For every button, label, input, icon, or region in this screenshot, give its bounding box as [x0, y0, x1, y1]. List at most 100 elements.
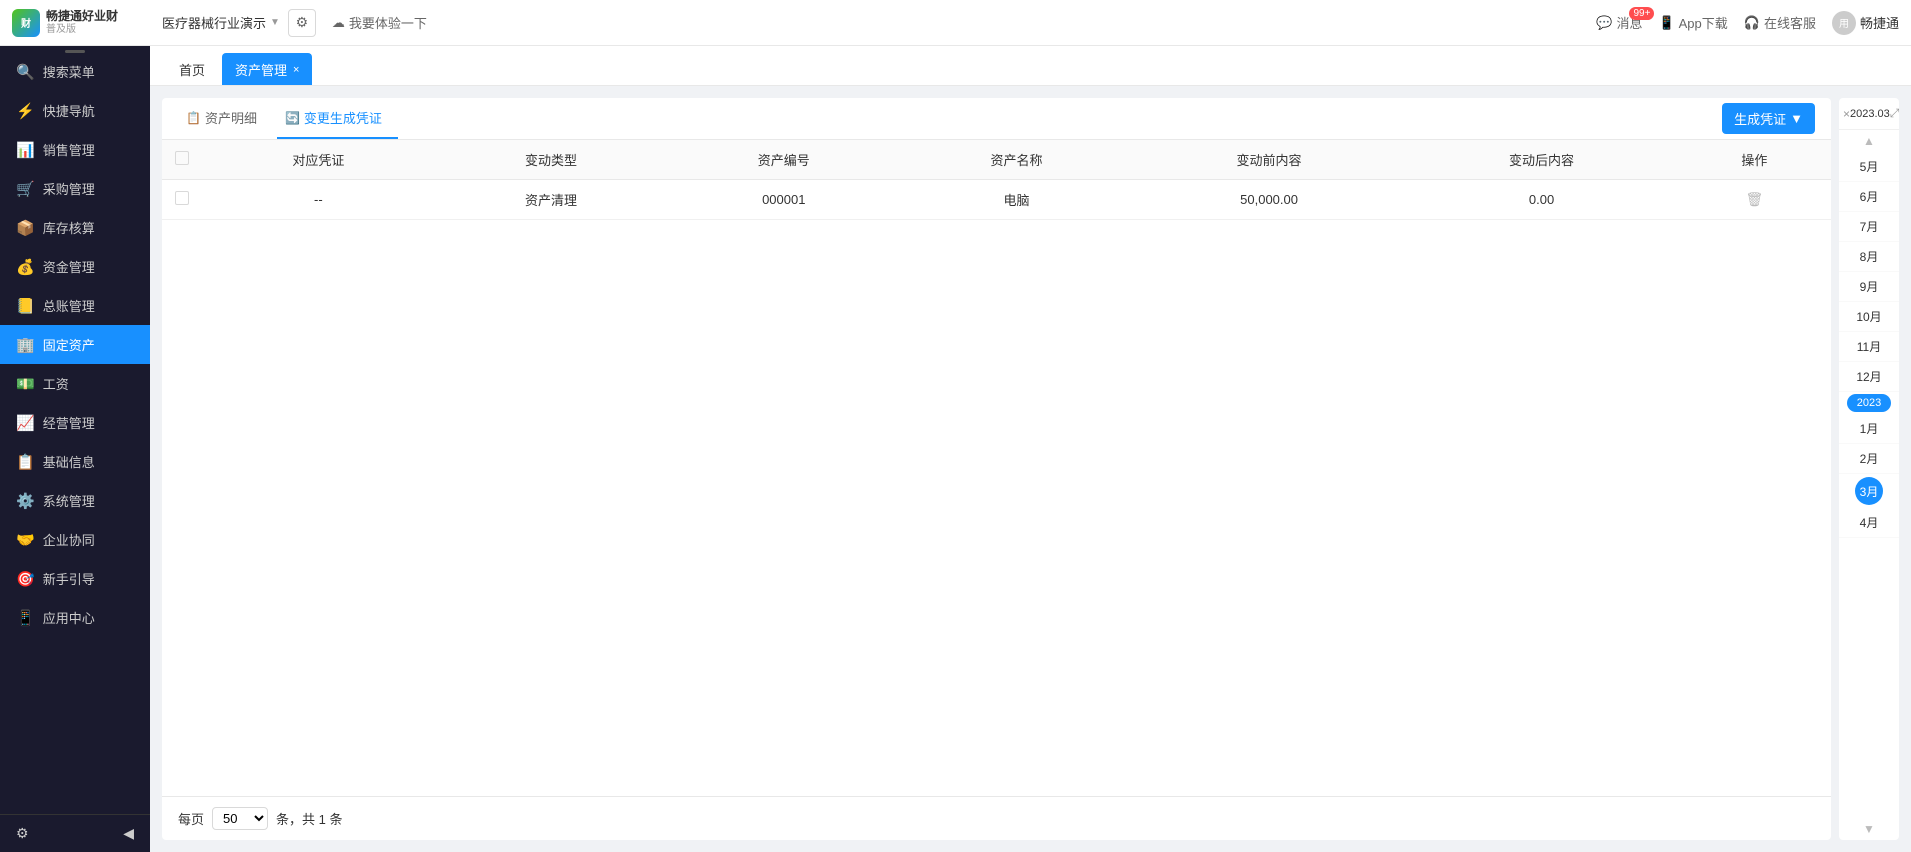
sub-tab-change-voucher[interactable]: 🔄 变更生成凭证	[277, 98, 398, 139]
calendar-scroll-up-button[interactable]: ▲	[1839, 130, 1899, 152]
month-item-8[interactable]: 8月	[1839, 242, 1899, 272]
th-asset-name: 资产名称	[900, 140, 1133, 180]
sidebar-item-system[interactable]: ⚙️ 系统管理	[0, 481, 150, 520]
td-asset-name: 电脑	[900, 180, 1133, 220]
cloud-icon: ☁	[332, 15, 345, 31]
sidebar-label-sales: 销售管理	[43, 140, 95, 159]
page-size-select[interactable]: 10 20 50 100	[212, 807, 268, 830]
sales-icon: 📊	[16, 141, 35, 159]
sidebar-label-fixed-asset: 固定资产	[43, 335, 95, 354]
td-voucher: --	[202, 180, 435, 220]
sidebar-label-corp-collab: 企业协同	[43, 530, 95, 549]
th-change-type: 变动类型	[435, 140, 668, 180]
td-asset-no: 000001	[667, 180, 900, 220]
app-download-action[interactable]: 📱 App下载	[1658, 13, 1727, 32]
sidebar-item-search[interactable]: 🔍 搜索菜单	[0, 52, 150, 91]
search-icon: 🔍	[16, 63, 35, 81]
month-item-2023-3-selected[interactable]: 3月	[1855, 477, 1883, 505]
message-badge: 99+	[1629, 7, 1654, 20]
table-row: -- 资产清理 000001 电脑 50,000.00 0.00 🗑	[162, 180, 1831, 220]
app-center-icon: 📱	[16, 609, 35, 627]
month-item-2023-2[interactable]: 2月	[1839, 444, 1899, 474]
tab-home-label: 首页	[179, 60, 205, 79]
panel-expand-button[interactable]: ⤢	[1890, 106, 1899, 121]
main-layout: 🔍 搜索菜单 ⚡ 快捷导航 📊 销售管理 🛒 采购管理 📦 库存核算 💰	[0, 46, 1911, 852]
fund-icon: 💰	[16, 258, 35, 276]
generate-voucher-button[interactable]: 生成凭证 ▼	[1722, 103, 1815, 134]
tab-close-icon[interactable]: ×	[293, 64, 299, 76]
month-item-9[interactable]: 9月	[1839, 272, 1899, 302]
month-item-5[interactable]: 5月	[1839, 152, 1899, 182]
top-header: 财 畅捷通好业财 普及版 医疗器械行业演示 ▼ ⚙ ☁ 我要体验一下 💬 消息 …	[0, 0, 1911, 46]
month-item-10[interactable]: 10月	[1839, 302, 1899, 332]
sidebar-label-quick-nav: 快捷导航	[43, 101, 95, 120]
corp-collab-icon: 🤝	[16, 531, 35, 549]
month-item-2023-4[interactable]: 4月	[1839, 508, 1899, 538]
year-2023-label[interactable]: 2023	[1847, 394, 1891, 412]
panel-close-button[interactable]: ×	[1843, 107, 1850, 121]
sidebar-item-salary[interactable]: 💵 工资	[0, 364, 150, 403]
select-all-checkbox[interactable]	[175, 151, 189, 165]
table-header-row: 对应凭证 变动类型 资产编号 资产名称 变动前内容 变动后内容 操作	[162, 140, 1831, 180]
sidebar-item-operation[interactable]: 📈 经营管理	[0, 403, 150, 442]
calendar-scroll-down-button[interactable]: ▼	[1839, 818, 1899, 840]
month-item-6[interactable]: 6月	[1839, 182, 1899, 212]
company-selector[interactable]: 医疗器械行业演示 ▼	[162, 13, 280, 32]
user-name: 畅捷通	[1860, 13, 1899, 32]
month-item-2023-1[interactable]: 1月	[1839, 414, 1899, 444]
collapse-icon[interactable]: ◀	[123, 825, 134, 842]
online-service-action[interactable]: 🎧 在线客服	[1744, 13, 1816, 32]
delete-icon[interactable]: 🗑	[1746, 191, 1764, 207]
sidebar-label-basic-info: 基础信息	[43, 452, 95, 471]
sidebar-scroll: 🔍 搜索菜单 ⚡ 快捷导航 📊 销售管理 🛒 采购管理 📦 库存核算 💰	[0, 52, 150, 814]
sidebar-item-fund[interactable]: 💰 资金管理	[0, 247, 150, 286]
calendar-list: 5月 6月 7月 8月 9月 10月 11月 12月 2023 1月 2月 3月…	[1839, 152, 1899, 818]
row-checkbox[interactable]	[175, 191, 189, 205]
message-icon: 💬	[1596, 15, 1612, 31]
th-after-content: 变动后内容	[1405, 140, 1678, 180]
td-after-content: 0.00	[1405, 180, 1678, 220]
asset-detail-icon: 📋	[186, 111, 201, 125]
settings-bottom-icon[interactable]: ⚙	[16, 825, 29, 842]
sidebar-label-salary: 工资	[43, 374, 69, 393]
sidebar-item-app-center[interactable]: 📱 应用中心	[0, 598, 150, 637]
sidebar-item-sales[interactable]: 📊 销售管理	[0, 130, 150, 169]
sidebar-label-purchase: 采购管理	[43, 179, 95, 198]
month-item-11[interactable]: 11月	[1839, 332, 1899, 362]
page-content: 📋 资产明细 🔄 变更生成凭证 生成凭证 ▼	[150, 86, 1911, 852]
month-item-7[interactable]: 7月	[1839, 212, 1899, 242]
sidebar-item-fixed-asset[interactable]: 🏢 固定资产	[0, 325, 150, 364]
td-change-type: 资产清理	[435, 180, 668, 220]
sidebar-item-guide[interactable]: 🎯 新手引导	[0, 559, 150, 598]
settings-icon[interactable]: ⚙	[288, 9, 316, 37]
tab-asset-manage[interactable]: 资产管理 ×	[222, 53, 312, 85]
td-checkbox	[162, 180, 202, 220]
sub-tabs-bar: 📋 资产明细 🔄 变更生成凭证 生成凭证 ▼	[162, 98, 1831, 140]
sidebar-item-inventory[interactable]: 📦 库存核算	[0, 208, 150, 247]
sidebar-item-quick-nav[interactable]: ⚡ 快捷导航	[0, 91, 150, 130]
user-area[interactable]: 用 畅捷通	[1832, 11, 1899, 35]
sub-tab-asset-detail[interactable]: 📋 资产明细	[178, 98, 273, 139]
sub-tab-asset-detail-label: 资产明细	[205, 108, 257, 127]
logo-icon: 财	[12, 9, 40, 37]
app-title: 畅捷通好业财	[46, 9, 118, 23]
message-action[interactable]: 💬 消息 99+	[1596, 13, 1642, 32]
td-before-content: 50,000.00	[1133, 180, 1406, 220]
experience-button[interactable]: ☁ 我要体验一下	[332, 13, 427, 32]
pagination-bar: 每页 10 20 50 100 条，共 1 条	[162, 796, 1831, 840]
page-size-label: 每页	[178, 809, 204, 828]
th-asset-no: 资产编号	[667, 140, 900, 180]
download-icon: 📱	[1658, 15, 1674, 31]
month-item-12[interactable]: 12月	[1839, 362, 1899, 392]
company-name: 医疗器械行业演示	[162, 13, 266, 32]
sidebar-item-purchase[interactable]: 🛒 采购管理	[0, 169, 150, 208]
sidebar-item-basic-info[interactable]: 📋 基础信息	[0, 442, 150, 481]
basic-info-icon: 📋	[16, 453, 35, 471]
system-icon: ⚙️	[16, 492, 35, 510]
sidebar-item-ledger[interactable]: 📒 总账管理	[0, 286, 150, 325]
purchase-icon: 🛒	[16, 180, 35, 198]
sidebar-item-corp-collab[interactable]: 🤝 企业协同	[0, 520, 150, 559]
tab-home[interactable]: 首页	[166, 53, 218, 85]
logo-area: 财 畅捷通好业财 普及版	[12, 9, 162, 37]
tab-asset-manage-label: 资产管理	[235, 60, 287, 79]
